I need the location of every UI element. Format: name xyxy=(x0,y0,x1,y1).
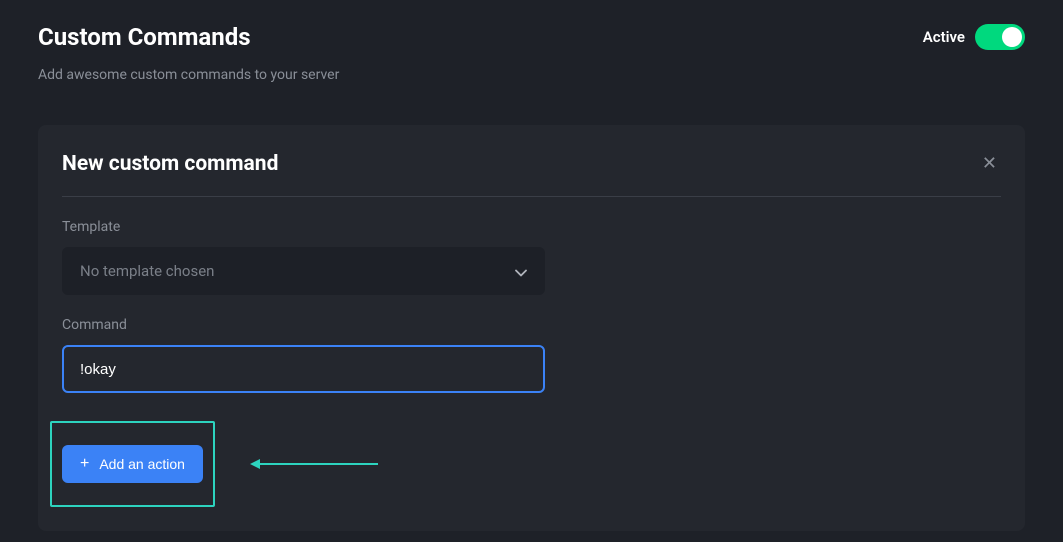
panel-divider xyxy=(62,196,1001,197)
add-action-button[interactable]: + Add an action xyxy=(62,445,203,483)
page-subtitle: Add awesome custom commands to your serv… xyxy=(38,67,1025,83)
arrow-line xyxy=(260,463,378,465)
active-toggle[interactable] xyxy=(975,24,1025,50)
highlight-annotation: + Add an action xyxy=(50,421,215,507)
template-select[interactable]: No template chosen xyxy=(62,247,545,295)
template-select-value: No template chosen xyxy=(80,262,214,280)
close-icon[interactable]: ✕ xyxy=(978,149,1001,178)
panel-title: New custom command xyxy=(62,152,278,176)
command-label: Command xyxy=(62,317,1001,333)
active-toggle-wrap: Active xyxy=(923,24,1025,50)
command-input[interactable] xyxy=(62,345,545,393)
page-title: Custom Commands xyxy=(38,23,251,51)
arrow-annotation xyxy=(250,459,378,469)
template-label: Template xyxy=(62,219,1001,235)
chevron-down-icon xyxy=(515,262,527,281)
new-command-panel: New custom command ✕ Template No templat… xyxy=(38,125,1025,531)
toggle-knob xyxy=(1002,27,1022,47)
arrow-head-icon xyxy=(250,459,260,469)
active-toggle-label: Active xyxy=(923,28,965,46)
plus-icon: + xyxy=(80,455,89,473)
add-action-label: Add an action xyxy=(99,456,185,472)
